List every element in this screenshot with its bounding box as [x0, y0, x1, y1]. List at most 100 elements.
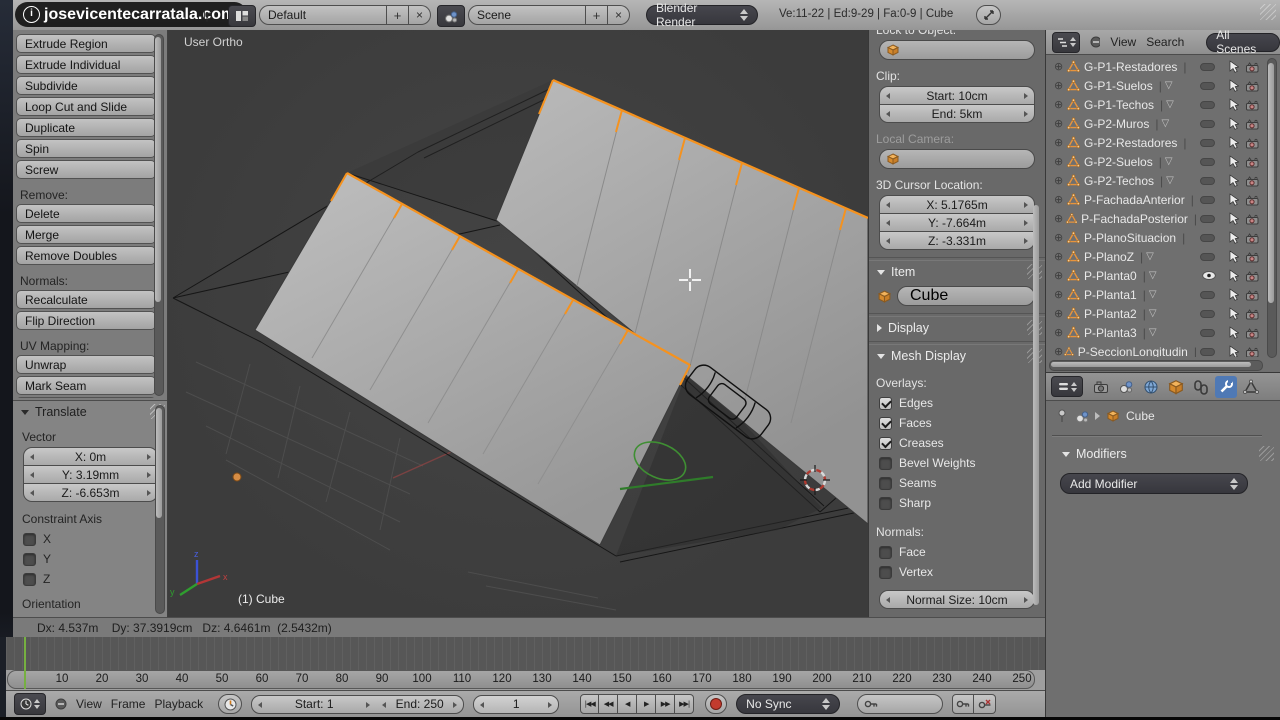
selectability-icon[interactable]: [1229, 345, 1239, 357]
cursor-slider-z[interactable]: Z: -3.331m: [879, 231, 1035, 250]
expand-icon[interactable]: ⊕: [1054, 117, 1067, 130]
checkbox[interactable]: [879, 416, 892, 430]
selectability-icon[interactable]: [1229, 193, 1239, 206]
collapse-menus-icon[interactable]: [55, 698, 67, 710]
expand-icon[interactable]: ⊕: [1054, 231, 1067, 244]
visibility-icon[interactable]: [1200, 100, 1215, 109]
outliner-item-g-p1-restadores[interactable]: ⊕ G-P1-Restadores |: [1046, 57, 1264, 76]
checkbox[interactable]: [879, 396, 892, 410]
item-panel-header[interactable]: Item: [869, 261, 1045, 283]
tool-button-merge[interactable]: Merge: [16, 225, 156, 244]
checkbox[interactable]: [879, 476, 892, 490]
expand-icon[interactable]: ⊕: [1054, 269, 1067, 282]
properties-editor-select[interactable]: [1051, 376, 1083, 397]
expand-icon[interactable]: ⊕: [1054, 79, 1067, 92]
expand-icon[interactable]: ⊕: [1054, 345, 1064, 357]
outliner-scope-select[interactable]: All Scenes: [1206, 30, 1280, 56]
outliner-item-p-fachadaanterior[interactable]: ⊕ P-FachadaAnterior |: [1046, 190, 1264, 209]
checkbox[interactable]: [879, 456, 892, 470]
checkbox[interactable]: [23, 532, 36, 546]
visibility-icon[interactable]: [1200, 119, 1215, 128]
renderability-icon[interactable]: [1245, 289, 1260, 301]
timeline-menu-view[interactable]: View: [76, 697, 102, 711]
sync-mode-select[interactable]: No Sync: [736, 694, 841, 714]
tool-button-delete[interactable]: Delete: [16, 204, 156, 223]
constraint-axis-y[interactable]: Y: [23, 549, 167, 569]
renderability-icon[interactable]: [1245, 156, 1260, 168]
tool-button-recalculate[interactable]: Recalculate: [16, 290, 156, 309]
display-panel-header[interactable]: Display: [869, 317, 1045, 339]
checkbox[interactable]: [879, 565, 892, 579]
visibility-icon[interactable]: [1200, 233, 1215, 242]
expand-icon[interactable]: ⊕: [1054, 326, 1067, 339]
overlay-creases[interactable]: Creases: [879, 433, 1045, 453]
clip-start-slider[interactable]: Start: 10cm: [879, 86, 1035, 105]
prev-keyframe-button[interactable]: ◀◀: [599, 694, 619, 714]
normal-face[interactable]: Face: [879, 542, 1045, 562]
outliner-item-g-p2-muros[interactable]: ⊕ G-P2-Muros | ▽: [1046, 114, 1264, 133]
expand-icon[interactable]: ⊕: [1054, 307, 1067, 320]
fullscreen-toggle-button[interactable]: [976, 5, 1001, 25]
outliner-item-p-fachadaposterior[interactable]: ⊕ P-FachadaPosterior |: [1046, 209, 1264, 228]
overlay-bevel-weights[interactable]: Bevel Weights: [879, 453, 1045, 473]
vector-slider-x[interactable]: X: 0m: [23, 447, 158, 466]
vector-slider-y[interactable]: Y: 3.19mm: [23, 465, 158, 484]
renderability-icon[interactable]: [1245, 175, 1260, 187]
visibility-icon[interactable]: [1200, 62, 1215, 71]
tool-button-remove-doubles[interactable]: Remove Doubles: [16, 246, 156, 265]
renderability-icon[interactable]: [1245, 137, 1260, 149]
expand-icon[interactable]: ⊕: [1054, 250, 1067, 263]
jump-to-end-button[interactable]: ▶▶|: [675, 694, 695, 714]
renderability-icon[interactable]: [1245, 232, 1260, 244]
editor-type-icon[interactable]: [228, 5, 256, 27]
tool-button-extrude-individual[interactable]: Extrude Individual: [16, 55, 156, 74]
modifiers-panel-header[interactable]: Modifiers: [1054, 443, 1277, 465]
breadcrumb-item[interactable]: Cube: [1126, 409, 1155, 423]
outliner-item-p-planta1[interactable]: ⊕ P-Planta1 | ▽: [1046, 285, 1264, 304]
constraint-axis-z[interactable]: Z: [23, 569, 167, 589]
help-menu[interactable]: lp: [203, 8, 212, 22]
local-camera-field[interactable]: [879, 149, 1035, 169]
keying-set-field[interactable]: [857, 694, 944, 714]
outliner-item-g-p2-restadores[interactable]: ⊕ G-P2-Restadores |: [1046, 133, 1264, 152]
tool-button-flip-direction[interactable]: Flip Direction: [16, 311, 156, 330]
viewport-3d[interactable]: z x y User Ortho (1) Cube: [168, 30, 869, 617]
checkbox[interactable]: [879, 545, 892, 559]
selectability-icon[interactable]: [1229, 288, 1239, 301]
operator-panel-scrollbar[interactable]: [155, 405, 165, 614]
tab-constraints[interactable]: [1190, 376, 1212, 398]
timeline-menu-frame[interactable]: Frame: [111, 697, 146, 711]
checkbox[interactable]: [879, 496, 892, 510]
cursor-slider-y[interactable]: Y: -7.664m: [879, 213, 1035, 232]
time-toggle-button[interactable]: [218, 694, 243, 714]
vector-slider-z[interactable]: Z: -6.653m: [23, 483, 158, 502]
expand-icon[interactable]: ⊕: [1054, 136, 1067, 149]
selectability-icon[interactable]: [1229, 307, 1239, 320]
expand-icon[interactable]: ⊕: [1054, 288, 1067, 301]
renderability-icon[interactable]: [1245, 308, 1260, 320]
tool-button-mark-seam[interactable]: Mark Seam: [16, 376, 156, 395]
collapse-menus-icon[interactable]: [1090, 36, 1101, 48]
outliner-item-p-planta3[interactable]: ⊕ P-Planta3 | ▽: [1046, 323, 1264, 342]
n-panel-scrollbar[interactable]: [1032, 34, 1042, 614]
tool-button-duplicate[interactable]: Duplicate: [16, 118, 156, 137]
selectability-icon[interactable]: [1229, 60, 1239, 73]
selectability-icon[interactable]: [1229, 136, 1239, 149]
overlay-edges[interactable]: Edges: [879, 393, 1045, 413]
render-engine-select[interactable]: Blender Render: [646, 1, 758, 29]
selectability-icon[interactable]: [1229, 79, 1239, 92]
renderability-icon[interactable]: [1245, 251, 1260, 263]
selectability-icon[interactable]: [1229, 174, 1239, 187]
timeline-menu-playback[interactable]: Playback: [154, 697, 203, 711]
delete-scene-button[interactable]: ×: [608, 5, 630, 25]
visibility-icon[interactable]: [1199, 347, 1215, 356]
checkbox[interactable]: [879, 436, 892, 450]
renderability-icon[interactable]: [1245, 270, 1260, 282]
outliner-item-g-p2-suelos[interactable]: ⊕ G-P2-Suelos | ▽: [1046, 152, 1264, 171]
renderability-icon[interactable]: [1245, 61, 1260, 73]
renderability-icon[interactable]: [1245, 213, 1260, 225]
tool-button-subdivide[interactable]: Subdivide: [16, 76, 156, 95]
outliner-item-p-planoz[interactable]: ⊕ P-PlanoZ | ▽: [1046, 247, 1264, 266]
outliner-item-g-p1-techos[interactable]: ⊕ G-P1-Techos | ▽: [1046, 95, 1264, 114]
overlay-sharp[interactable]: Sharp: [879, 493, 1045, 513]
